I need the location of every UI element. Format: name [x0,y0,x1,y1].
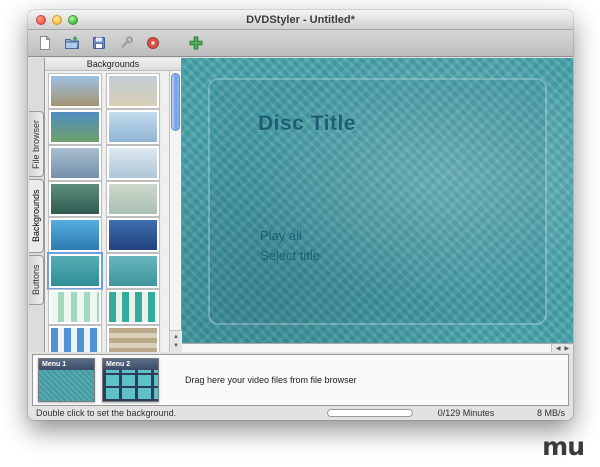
background-thumbnail-teal-waves-2[interactable] [107,254,159,288]
zoom-button[interactable] [68,15,78,25]
select-title-button[interactable]: Select title [260,248,320,263]
background-thumbnail-blue-bands[interactable] [49,326,101,352]
capacity-progressbar [327,409,413,417]
background-thumbnail-image [109,112,157,142]
dvdstyler-window: DVDStyler - Untitled* File browser Backg… [28,10,573,420]
background-thumbnail-pale-green[interactable] [107,182,159,216]
backgrounds-panel-header: Backgrounds [45,58,181,71]
background-thumbnail-soft-clouds[interactable] [107,146,159,180]
menu-2-label: Menu 2 [103,359,158,370]
background-thumbnail-green-stripes-light[interactable] [49,290,101,324]
open-project-icon[interactable] [61,33,83,54]
titleset-panel[interactable]: Menu 1 Menu 2 Drag here your video files… [32,354,569,406]
background-thumbnail-image [51,256,99,286]
scrollbar-arrows[interactable]: ▲ ▼ [170,330,182,352]
status-minutes: 0/129 Minutes [437,408,495,418]
background-thumbnail-image [109,148,157,178]
sidebar-tabstrip: File browser Backgrounds Buttons [28,58,44,352]
toolbar [28,30,573,57]
burn-disc-icon[interactable] [142,33,164,54]
background-thumbnail-image [51,76,99,106]
desktop: DVDStyler - Untitled* File browser Backg… [0,0,600,467]
background-thumbnail-coastline-aerial[interactable] [49,110,101,144]
menu-buttons: Play all Select title [260,228,320,268]
background-thumbnail-image [109,184,157,214]
background-thumbnail-image [51,184,99,214]
background-thumbnail-sky-road[interactable] [49,74,101,108]
tab-file-browser[interactable]: File browser [29,111,44,177]
background-thumbnail-image [51,220,99,250]
drop-hint-text: Drag here your video files from file bro… [185,375,357,385]
new-project-icon[interactable] [34,33,56,54]
close-button[interactable] [36,15,46,25]
save-project-icon[interactable] [88,33,110,54]
backgrounds-scrollbar[interactable]: ▲ ▼ [169,71,182,352]
hscroll-arrows[interactable]: ◀ ▶ [551,344,573,352]
disc-title-text[interactable]: Disc Title [258,112,356,136]
background-thumbnail-blue-gray-sea[interactable] [49,146,101,180]
background-thumbnail-image [51,292,99,322]
scroll-left-icon[interactable]: ◀ [556,345,561,352]
background-thumbnail-deep-blue[interactable] [107,218,159,252]
status-speed: 8 MB/s [536,408,565,418]
background-thumbnail-image [109,328,157,352]
background-thumbnail-beach-cliffs[interactable] [107,74,159,108]
menu-1-preview [39,370,94,401]
background-thumbnail-image [51,112,99,142]
content-area: File browser Backgrounds Buttons Backgro… [28,58,573,352]
traffic-lights [36,15,78,25]
background-thumbnail-list [45,71,169,352]
add-menu-icon[interactable] [185,33,207,54]
background-thumbnail-dark-lagoon[interactable] [49,182,101,216]
background-thumbnail-beige-bands[interactable] [107,326,159,352]
play-all-button[interactable]: Play all [260,228,320,243]
scroll-down-icon[interactable]: ▼ [173,343,179,349]
background-thumbnail-image [109,76,157,106]
scroll-right-icon[interactable]: ▶ [564,345,569,352]
background-thumbnail-image [51,328,99,352]
background-thumbnail-teal-waves[interactable] [49,254,101,288]
menu-2-preview [103,370,158,401]
menu-1-label: Menu 1 [39,359,94,370]
macupdate-logo: mu [542,432,585,461]
tab-buttons[interactable]: Buttons [29,255,44,305]
background-thumbnail-image [109,292,157,322]
background-thumbnail-image [51,148,99,178]
window-title: DVDStyler - Untitled* [246,13,355,26]
minimize-button[interactable] [52,15,62,25]
menu-2-thumbnail[interactable]: Menu 2 [102,358,159,402]
background-thumbnail-image [109,256,157,286]
background-thumbnail-green-stripes[interactable] [107,290,159,324]
background-thumbnail-sea-horizon[interactable] [107,110,159,144]
menu-1-thumbnail[interactable]: Menu 1 [38,358,95,402]
scroll-up-icon[interactable]: ▲ [173,334,179,340]
status-bar: Double click to set the background. 0/12… [28,406,573,420]
scrollbar-thumb[interactable] [171,73,180,131]
backgrounds-panel: Backgrounds ▲ ▼ [44,58,182,352]
background-thumbnail-image [109,220,157,250]
background-thumbnail-blue-water[interactable] [49,218,101,252]
tab-backgrounds[interactable]: Backgrounds [29,179,44,253]
status-message: Double click to set the background. [36,408,177,418]
canvas-area: Disc Title Play all Select title ◀ ▶ [182,58,573,352]
menu-thumbnails: Menu 1 Menu 2 [38,358,159,402]
settings-wrench-icon[interactable] [115,33,137,54]
canvas-hscrollbar[interactable]: ◀ ▶ [182,343,573,352]
titlebar[interactable]: DVDStyler - Untitled* [28,10,573,30]
menu-canvas[interactable]: Disc Title Play all Select title [182,58,573,343]
